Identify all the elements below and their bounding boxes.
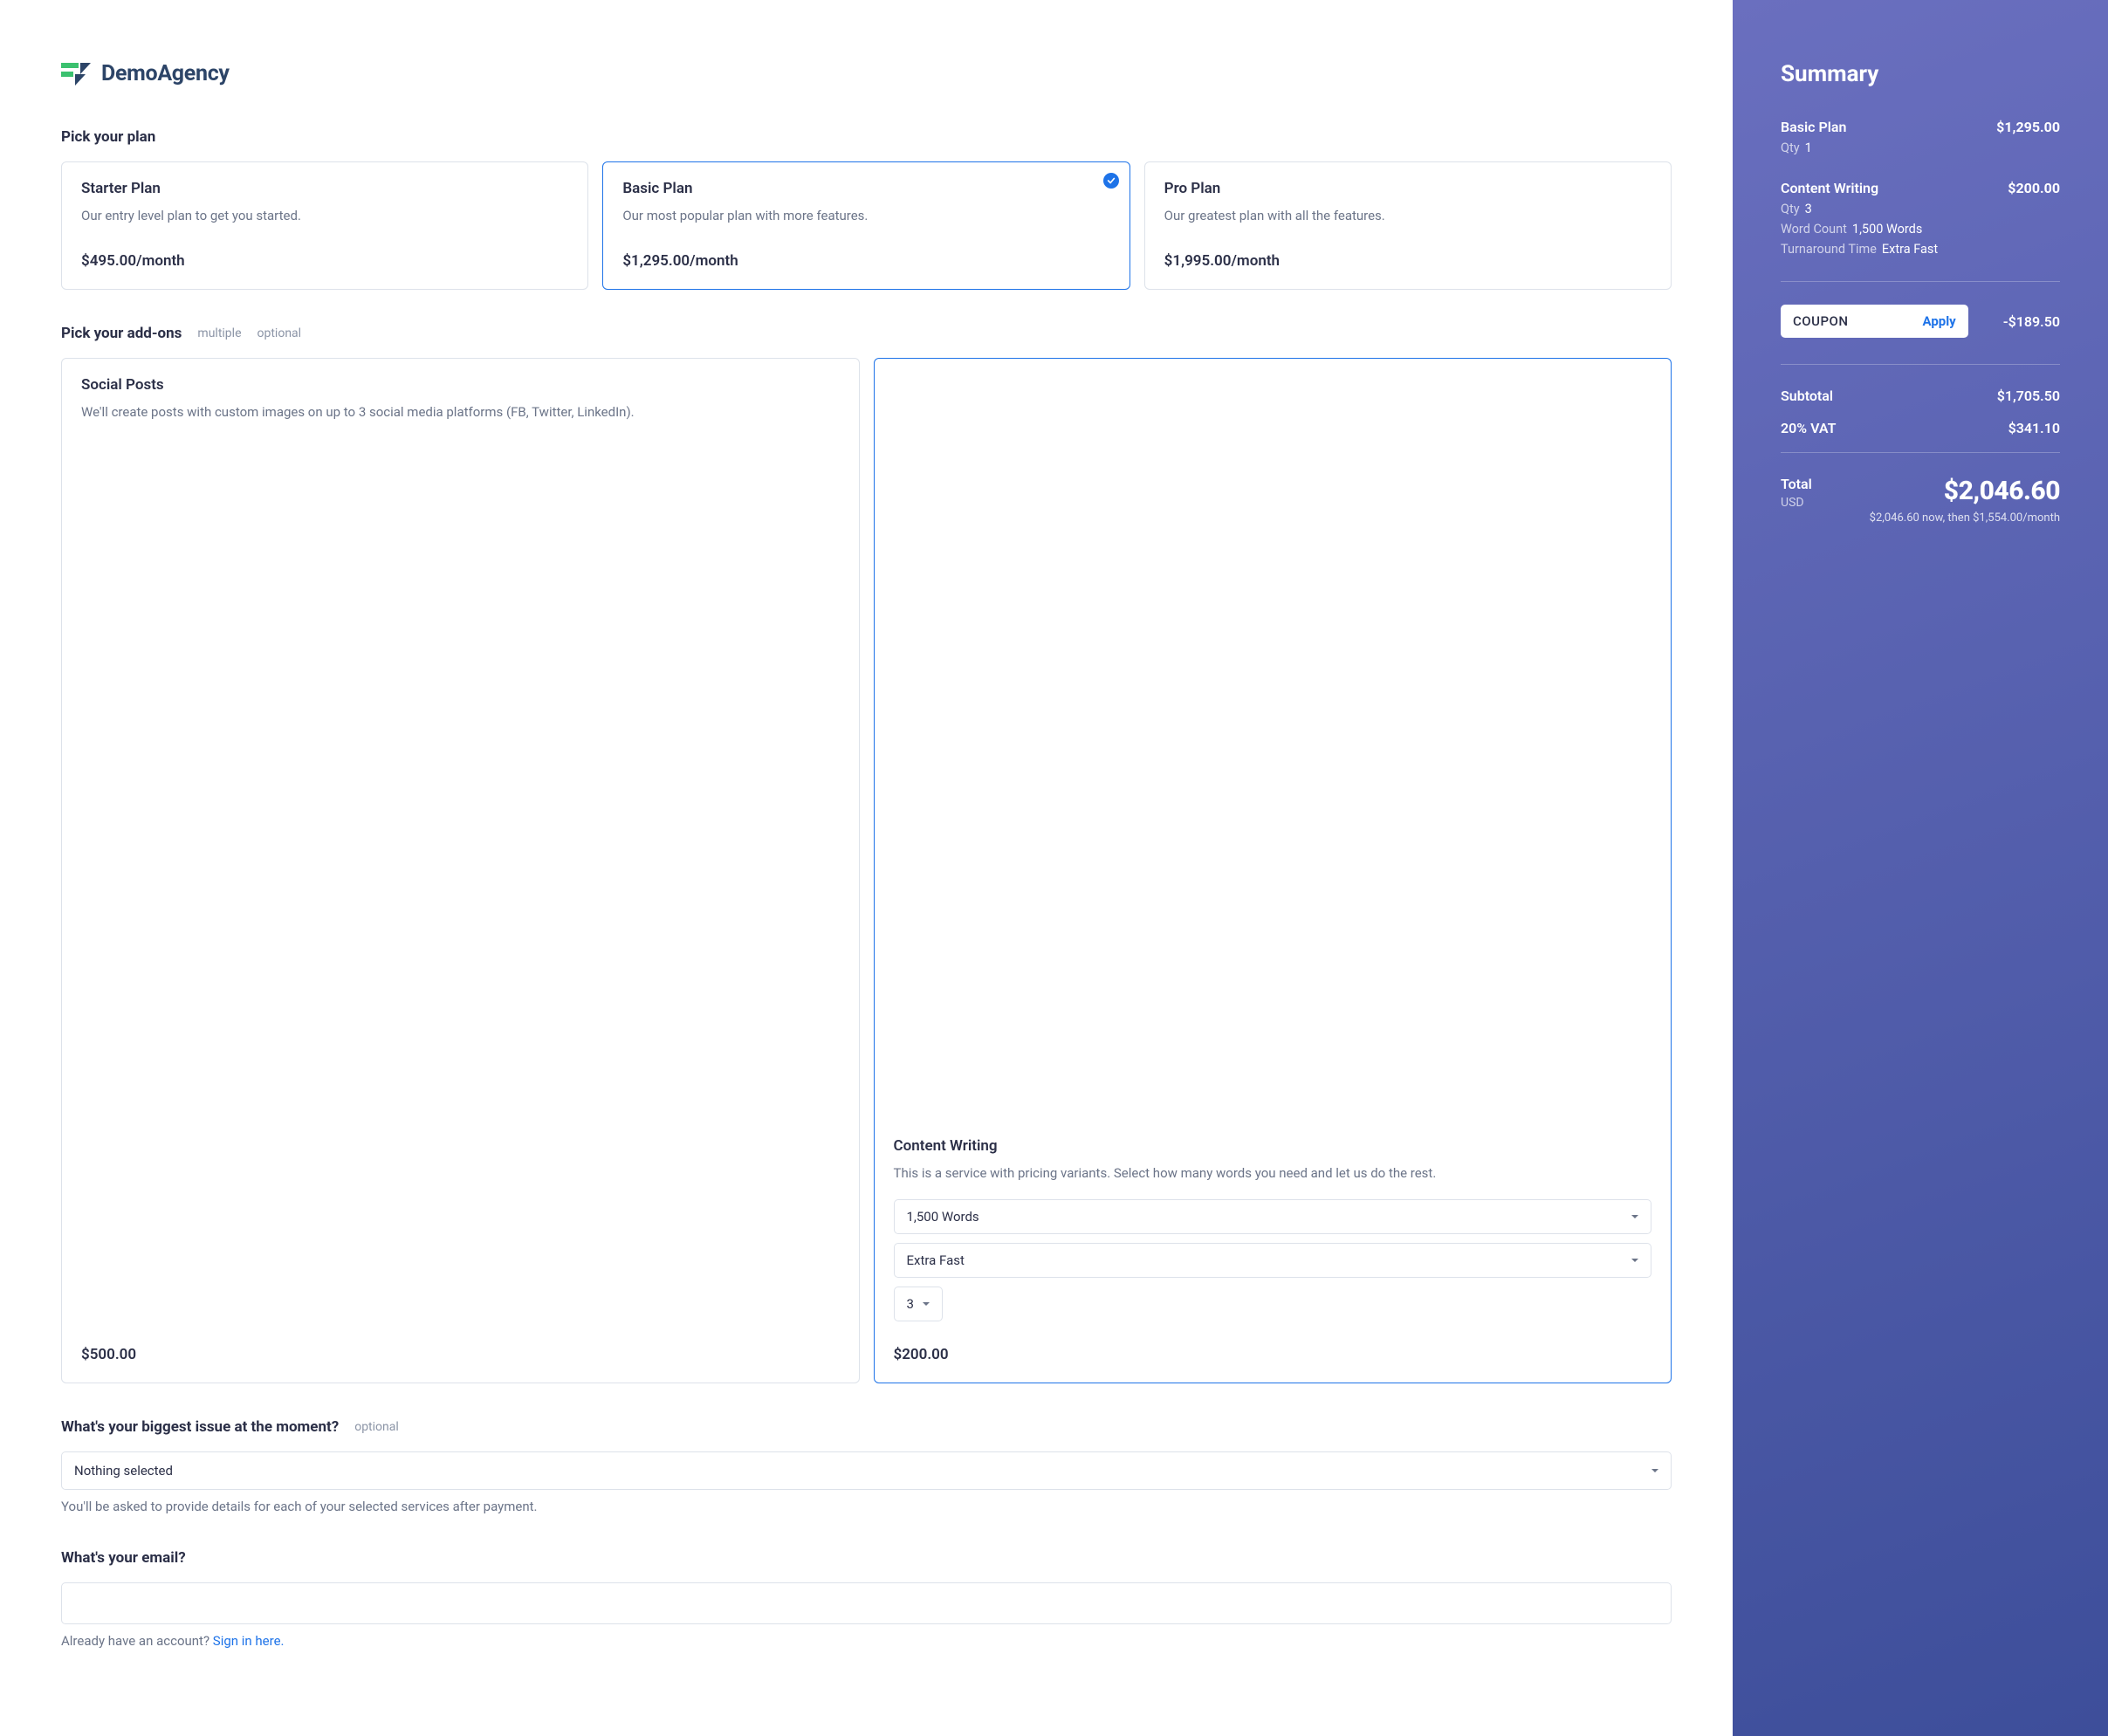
subtotal-line: Subtotal $1,705.50: [1781, 388, 2060, 404]
summary-panel: Summary Basic Plan $1,295.00 Qty1 Conten…: [1733, 0, 2108, 1736]
plans-title: Pick your plan: [61, 128, 1672, 146]
plan-desc: Our entry level plan to get you started.: [81, 206, 568, 226]
total-amount: $2,046.60: [1870, 476, 2060, 506]
summary-line-basic: Basic Plan $1,295.00 Qty1: [1781, 119, 2060, 155]
email-title: What's your email?: [61, 1549, 1672, 1567]
divider: [1781, 281, 2060, 282]
plan-price: $495.00/month: [81, 252, 568, 270]
plan-card-basic[interactable]: Basic Plan Our most popular plan with mo…: [602, 161, 1130, 290]
addon-card-content-writing[interactable]: Content Writing This is a service with p…: [874, 358, 1672, 1384]
coupon-input[interactable]: COUPON Apply: [1781, 305, 1968, 338]
plan-card-pro[interactable]: Pro Plan Our greatest plan with all the …: [1144, 161, 1672, 290]
vat-line: 20% VAT $341.10: [1781, 420, 2060, 436]
brand-logo: DemoAgency: [61, 61, 1672, 86]
addon-title: Social Posts: [81, 376, 840, 394]
addons-optional-tag: optional: [257, 326, 302, 340]
signin-link[interactable]: Sign in here.: [213, 1633, 285, 1649]
addon-price: $500.00: [81, 1346, 840, 1363]
summary-line-content-writing: Content Writing $200.00 Qty3 Word Count1…: [1781, 180, 2060, 257]
check-icon: [894, 376, 1652, 1138]
word-count-select[interactable]: 1,500 Words: [894, 1199, 1652, 1234]
total-block: Total USD $2,046.60 $2,046.60 now, then …: [1781, 476, 2060, 525]
addon-desc: We'll create posts with custom images on…: [81, 402, 840, 422]
plan-card-starter[interactable]: Starter Plan Our entry level plan to get…: [61, 161, 588, 290]
coupon-code: COUPON: [1793, 313, 1849, 329]
plan-price: $1,295.00/month: [622, 252, 1109, 270]
plan-desc: Our most popular plan with more features…: [622, 206, 1109, 226]
coupon-apply-button[interactable]: Apply: [1922, 313, 1955, 329]
signin-line: Already have an account? Sign in here.: [61, 1633, 1672, 1649]
addons-title: Pick your add-ons multiple optional: [61, 325, 1672, 342]
plan-desc: Our greatest plan with all the features.: [1164, 206, 1651, 226]
addon-card-social-posts[interactable]: Social Posts We'll create posts with cus…: [61, 358, 860, 1384]
addon-desc: This is a service with pricing variants.…: [894, 1163, 1652, 1184]
total-note: $2,046.60 now, then $1,554.00/month: [1870, 511, 2060, 525]
check-icon: [1103, 173, 1119, 189]
summary-title: Summary: [1781, 61, 2060, 87]
plan-title: Basic Plan: [622, 180, 1109, 197]
quantity-select[interactable]: 3: [894, 1287, 943, 1321]
coupon-discount: -$189.50: [2003, 313, 2060, 330]
addon-title: Content Writing: [894, 1137, 1652, 1155]
addons-multiple-tag: multiple: [197, 326, 241, 340]
addon-price: $200.00: [894, 1346, 1652, 1363]
issue-select[interactable]: Nothing selected: [61, 1451, 1672, 1490]
brand-name: DemoAgency: [101, 61, 230, 86]
logo-icon: [61, 62, 91, 86]
issue-title: What's your biggest issue at the moment?…: [61, 1418, 1672, 1436]
plan-price: $1,995.00/month: [1164, 252, 1651, 270]
issue-helper: You'll be asked to provide details for e…: [61, 1499, 1672, 1514]
issue-optional-tag: optional: [354, 1420, 399, 1434]
turnaround-select[interactable]: Extra Fast: [894, 1243, 1652, 1278]
plan-title: Starter Plan: [81, 180, 568, 197]
plan-title: Pro Plan: [1164, 180, 1651, 197]
divider: [1781, 452, 2060, 453]
email-input[interactable]: [61, 1582, 1672, 1624]
divider: [1781, 364, 2060, 365]
